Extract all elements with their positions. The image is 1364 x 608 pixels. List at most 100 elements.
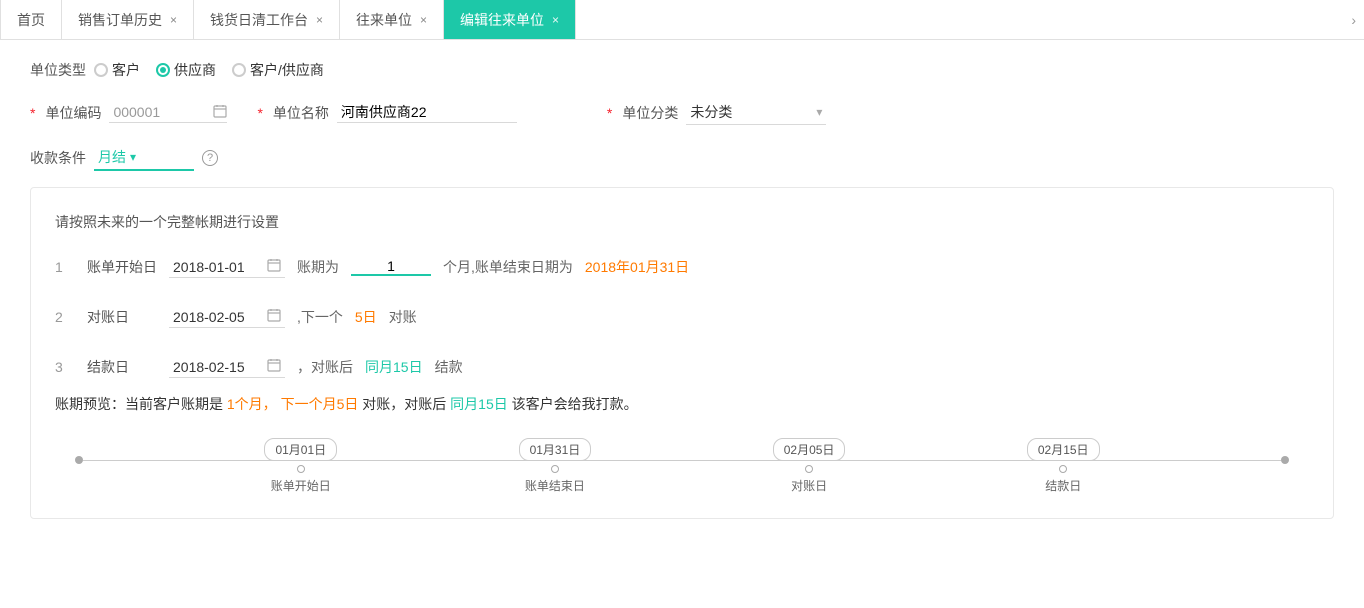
radio-supplier-label: 供应商 [174, 60, 216, 80]
preview-label: 账期预览：当前客户账期是 [55, 396, 223, 412]
timeline-start-cap [75, 456, 83, 464]
timeline-node-4: 02月15日 结款日 [1027, 438, 1100, 494]
unit-type-label: 单位类型 [30, 60, 86, 80]
tab-cash-work[interactable]: 钱货日清工作台 × [194, 0, 340, 39]
timeline-node-4-badge: 02月15日 [1027, 438, 1100, 461]
tab-home[interactable]: 首页 [0, 0, 62, 39]
setting-row-2: 2 对账日 ,下一个 5日 对账 [55, 306, 1309, 328]
unit-category-select[interactable]: 未分类 ▾ [686, 100, 826, 125]
timeline-node-2-dot [551, 465, 559, 473]
row-3-calendar-icon[interactable] [267, 358, 281, 375]
tab-sales-history-close[interactable]: × [170, 13, 177, 27]
payment-terms-field: 收款条件 月结 ▾ ? [30, 145, 218, 171]
row-2-prefix: ,下一个 [297, 307, 343, 327]
tab-sales-history-label: 销售订单历史 [78, 10, 162, 30]
timeline-nodes: 01月01日 账单开始日 01月31日 账单结束日 02月05日 对账日 [75, 438, 1289, 494]
payment-terms-dropdown-icon: ▾ [130, 150, 136, 164]
unit-name-field: * 单位名称 [257, 102, 516, 123]
timeline-node-2-badge: 01月31日 [519, 438, 592, 461]
unit-category-value: 未分类 [690, 102, 812, 122]
payment-terms-label: 收款条件 [30, 148, 86, 168]
payment-terms-help-icon[interactable]: ? [202, 150, 218, 166]
timeline-end-dot [1281, 456, 1289, 464]
unit-category-dropdown-icon: ▾ [816, 105, 822, 119]
form-row-payment: 收款条件 月结 ▾ ? [30, 145, 1334, 171]
row-1-date-field [169, 256, 285, 278]
radio-customer-supplier[interactable]: 客户/供应商 [232, 60, 324, 80]
radio-customer-supplier-circle [232, 63, 246, 77]
unit-code-field: * 单位编码 [30, 102, 227, 123]
unit-type-field: 单位类型 客户 供应商 客户/供应商 [30, 60, 324, 80]
preview-mid: 对账，对账后 [362, 396, 446, 412]
row-2-date-field [169, 306, 285, 328]
row-2-calendar-icon[interactable] [267, 308, 281, 325]
row-1-date-input[interactable] [173, 259, 263, 275]
tab-partner-label: 往来单位 [356, 10, 412, 30]
radio-supplier[interactable]: 供应商 [156, 60, 216, 80]
setting-row-3: 3 结款日 ，对账后 同月15日 结款 [55, 356, 1309, 378]
timeline-node-1-dot [297, 465, 305, 473]
unit-name-required-star: * [257, 105, 262, 121]
timeline-node-3-badge: 02月05日 [773, 438, 846, 461]
unit-code-icon[interactable] [213, 104, 227, 121]
row-3-suffix: 结款 [435, 357, 463, 377]
timeline-node-3: 02月05日 对账日 [773, 438, 846, 494]
radio-supplier-circle [156, 63, 170, 77]
preview-1: 1个月， [227, 396, 277, 412]
unit-category-label: 单位分类 [622, 103, 678, 123]
setting-row-1: 1 账单开始日 账期为 个月,账单结束日期为 2018年01月31日 [55, 256, 1309, 278]
row-3-date-input[interactable] [173, 359, 263, 375]
timeline-node-1: 01月01日 账单开始日 [264, 438, 337, 494]
tab-partner[interactable]: 往来单位 × [340, 0, 444, 39]
payment-terms-select[interactable]: 月结 ▾ [94, 145, 194, 171]
unit-category-required-star: * [607, 105, 612, 121]
timeline-start-dot [75, 456, 83, 464]
unit-type-radio-group: 客户 供应商 客户/供应商 [94, 60, 324, 80]
row-3-prefix: ，对账后 [297, 357, 353, 377]
tab-edit-partner-label: 编辑往来单位 [460, 10, 544, 30]
row-1-period-input[interactable] [351, 258, 431, 276]
preview-text: 账期预览：当前客户账期是 1个月， 下一个月5日 对账，对账后 同月15日 该客… [55, 394, 1309, 414]
row-2-suffix: 对账 [389, 307, 417, 327]
form-row-unit-info: * 单位编码 * 单位名称 * 单位分类 未分类 ▾ [30, 100, 1334, 125]
radio-customer-label: 客户 [112, 60, 140, 80]
tab-partner-close[interactable]: × [420, 13, 427, 27]
timeline-node-2: 01月31日 账单结束日 [519, 438, 592, 494]
timeline-end-cap [1281, 456, 1289, 464]
unit-code-input[interactable] [109, 102, 209, 122]
panel-subtitle: 请按照未来的一个完整帐期进行设置 [55, 212, 1309, 232]
row-2-label: 对账日 [87, 307, 157, 327]
row-3-num: 3 [55, 359, 75, 375]
row-2-date-input[interactable] [173, 309, 263, 325]
payment-terms-value: 月结 [98, 147, 126, 167]
tabs-arrow[interactable]: › [1343, 0, 1364, 39]
row-1-calendar-icon[interactable] [267, 258, 281, 275]
radio-customer-supplier-label: 客户/供应商 [250, 60, 324, 80]
tab-edit-partner[interactable]: 编辑往来单位 × [444, 0, 576, 39]
unit-name-input[interactable] [337, 102, 517, 123]
tab-cash-work-close[interactable]: × [316, 13, 323, 27]
row-1-label: 账单开始日 [87, 257, 157, 277]
row-1-num: 1 [55, 259, 75, 275]
timeline-node-4-label: 结款日 [1045, 477, 1081, 494]
tab-cash-work-label: 钱货日清工作台 [210, 10, 308, 30]
tab-home-label: 首页 [17, 10, 45, 30]
preview-2: 下一个月5日 [281, 396, 359, 412]
tab-edit-partner-close[interactable]: × [552, 13, 559, 27]
timeline-node-3-dot [805, 465, 813, 473]
form-row-unit-type: 单位类型 客户 供应商 客户/供应商 [30, 60, 1334, 80]
preview-end: 该客户会给我打款。 [512, 396, 638, 412]
row-3-highlight: 同月15日 [365, 357, 423, 377]
row-3-date-field [169, 356, 285, 378]
row-2-highlight: 5日 [355, 307, 377, 327]
preview-3: 同月15日 [450, 396, 508, 412]
unit-code-required-star: * [30, 105, 35, 121]
tab-sales-history[interactable]: 销售订单历史 × [62, 0, 194, 39]
timeline-node-3-label: 对账日 [791, 477, 827, 494]
unit-name-label: 单位名称 [273, 103, 329, 123]
tabs-bar: 首页 销售订单历史 × 钱货日清工作台 × 往来单位 × 编辑往来单位 × › [0, 0, 1364, 40]
settings-panel: 请按照未来的一个完整帐期进行设置 1 账单开始日 账期为 个月,账单结束日期为 … [30, 187, 1334, 519]
timeline-node-1-label: 账单开始日 [271, 477, 331, 494]
row-3-label: 结款日 [87, 357, 157, 377]
radio-customer[interactable]: 客户 [94, 60, 140, 80]
